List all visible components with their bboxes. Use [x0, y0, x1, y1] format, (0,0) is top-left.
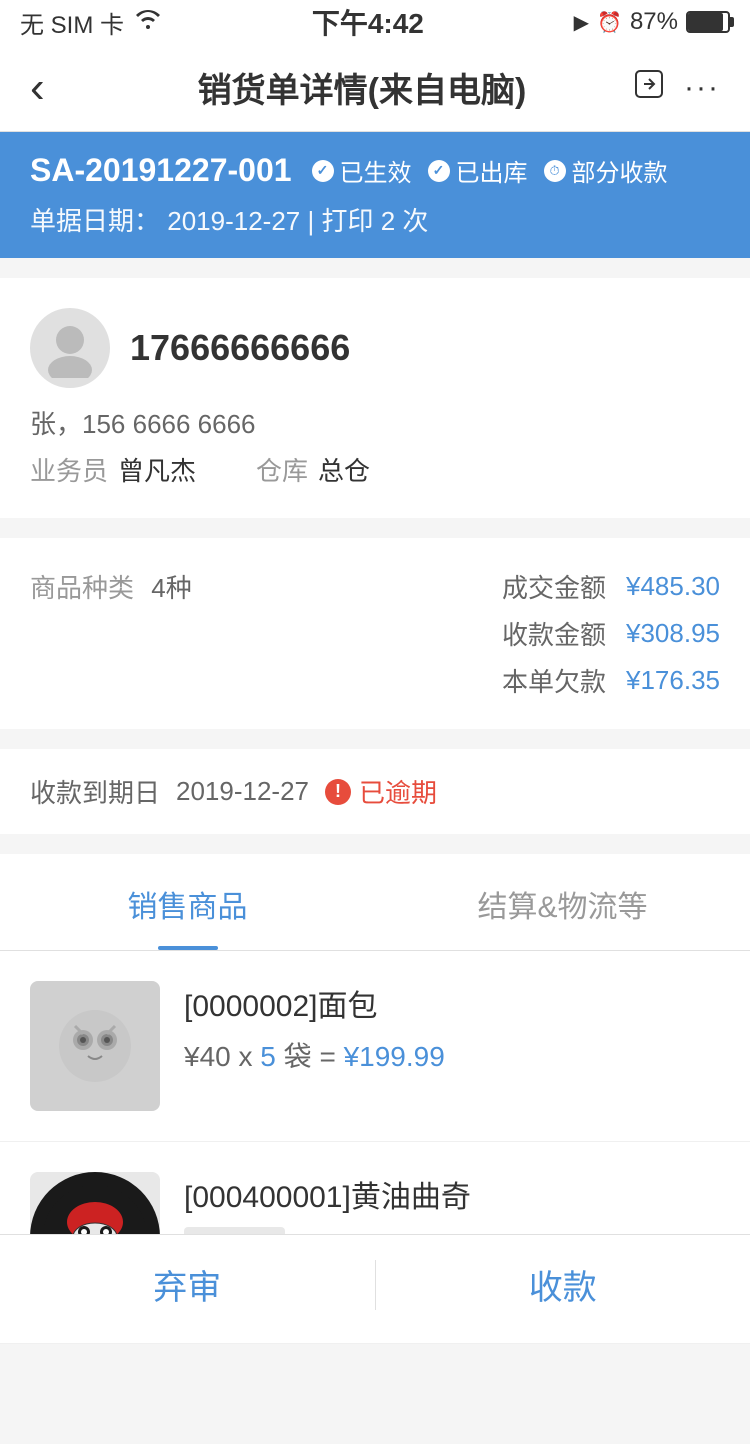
collect-payment-button[interactable]: 收款 [376, 1240, 750, 1329]
status-badge-partial: 部分收款 [544, 153, 668, 188]
status-bar-right: ▶ ⏰ 87% [574, 8, 730, 36]
bottom-bar: 弃审 收款 [0, 1234, 750, 1334]
summary-left: 商品种类 4种 [30, 568, 306, 605]
product-name-cookie: [000400001]黄油曲奇 [184, 1172, 720, 1216]
customer-main-row: 17666666666 [30, 308, 720, 388]
trade-label: 成交金额 [502, 568, 606, 605]
receipt-label: 收款金额 [502, 615, 606, 652]
wifi-icon [134, 8, 162, 36]
customer-details: 业务员 曾凡杰 仓库 总仓 [30, 451, 720, 488]
order-id: SA-20191227-001 [30, 152, 292, 189]
nav-bar: ‹ 销货单详情(来自电脑) ··· [0, 44, 750, 132]
bread-total: ¥199.99 [344, 1041, 445, 1072]
share-icon[interactable] [634, 69, 664, 107]
status-badge-shipped: 已出库 [428, 153, 528, 188]
salesman-label: 业务员 [30, 451, 108, 488]
tab-sales-products[interactable]: 销售商品 [0, 854, 375, 950]
overdue-text: 已逾期 [359, 773, 437, 810]
product-price-bread: ¥40 x 5 袋 = ¥199.99 [184, 1035, 720, 1075]
date-label: 单据日期： [30, 206, 160, 236]
status-active-label: 已生效 [340, 153, 412, 188]
print-label: | 打印 [307, 206, 380, 236]
product-name-bread: [0000002]面包 [184, 981, 720, 1025]
location-icon: ▶ [574, 10, 589, 35]
summary-section: 商品种类 4种 成交金额 ¥485.30 收款金额 ¥308.95 本单欠款 ¥… [0, 538, 750, 729]
battery-icon [686, 11, 730, 33]
due-date-section: 收款到期日 2019-12-27 ! 已逾期 [0, 749, 750, 834]
status-bar-time: 下午4:42 [312, 2, 424, 42]
receipt-amount-row: 收款金额 ¥308.95 [502, 615, 720, 652]
order-date-row: 单据日期： 2019-12-27 | 打印 2 次 [30, 201, 720, 238]
carrier-text: 无 SIM 卡 [20, 5, 124, 40]
product-image-bread [30, 981, 160, 1111]
more-icon[interactable]: ··· [684, 71, 720, 105]
order-status-row: SA-20191227-001 已生效 已出库 部分收款 [30, 152, 720, 189]
category-label: 商品种类 [30, 573, 134, 603]
customer-section: 17666666666 张，156 6666 6666 业务员 曾凡杰 仓库 总… [0, 278, 750, 518]
status-partial-label: 部分收款 [572, 153, 668, 188]
status-bar: 无 SIM 卡 下午4:42 ▶ ⏰ 87% [0, 0, 750, 44]
print-count: 2 [381, 206, 395, 236]
due-date-value: 2019-12-27 [176, 776, 309, 807]
nav-actions: ··· [634, 69, 720, 107]
order-date: 2019-12-27 [167, 206, 300, 236]
receipt-value: ¥308.95 [626, 618, 720, 649]
status-bar-left: 无 SIM 卡 [20, 5, 162, 40]
customer-phone: 17666666666 [130, 327, 350, 369]
bread-unit: 袋 [284, 1041, 312, 1072]
print-unit: 次 [402, 206, 428, 236]
category-count: 4种 [151, 573, 191, 603]
warehouse-value: 总仓 [318, 451, 370, 488]
status-badge-active: 已生效 [312, 153, 412, 188]
salesman-value: 曾凡杰 [118, 451, 196, 488]
check-icon-shipped [428, 160, 450, 182]
abandon-review-button[interactable]: 弃审 [0, 1240, 375, 1329]
tab-settlement[interactable]: 结算&物流等 [375, 854, 750, 950]
overdue-badge: ! 已逾期 [325, 773, 437, 810]
product-item: [0000002]面包 ¥40 x 5 袋 = ¥199.99 [0, 951, 750, 1142]
due-amount-row: 本单欠款 ¥176.35 [502, 662, 720, 699]
due-date-label: 收款到期日 [30, 773, 160, 810]
back-button[interactable]: ‹ [30, 63, 90, 113]
trade-value: ¥485.30 [626, 571, 720, 602]
header-banner: SA-20191227-001 已生效 已出库 部分收款 单据日期： 2019-… [0, 132, 750, 258]
overdue-dot-icon: ! [325, 779, 351, 805]
bread-price: ¥40 [184, 1041, 231, 1072]
owl-placeholder [30, 981, 160, 1111]
check-icon-active [312, 160, 334, 182]
page-title: 销货单详情(来自电脑) [198, 63, 527, 112]
due-label: 本单欠款 [502, 662, 606, 699]
salesman-item: 业务员 曾凡杰 [30, 451, 196, 488]
bread-qty: 5 [260, 1041, 276, 1072]
status-badges: 已生效 已出库 部分收款 [312, 153, 668, 188]
warehouse-item: 仓库 总仓 [256, 451, 370, 488]
battery-text: 87% [630, 8, 678, 36]
status-shipped-label: 已出库 [456, 153, 528, 188]
customer-name-phone: 张，156 6666 6666 [30, 404, 720, 441]
due-value: ¥176.35 [626, 665, 720, 696]
trade-amount-row: 成交金额 ¥485.30 [502, 568, 720, 605]
warehouse-label: 仓库 [256, 451, 308, 488]
product-info-bread: [0000002]面包 ¥40 x 5 袋 = ¥199.99 [184, 981, 720, 1075]
tabs-header: 销售商品 结算&物流等 [0, 854, 750, 951]
summary-right: 成交金额 ¥485.30 收款金额 ¥308.95 本单欠款 ¥176.35 [306, 568, 720, 699]
clock-icon-partial [544, 160, 566, 182]
avatar [30, 308, 110, 388]
alarm-icon: ⏰ [597, 10, 622, 35]
